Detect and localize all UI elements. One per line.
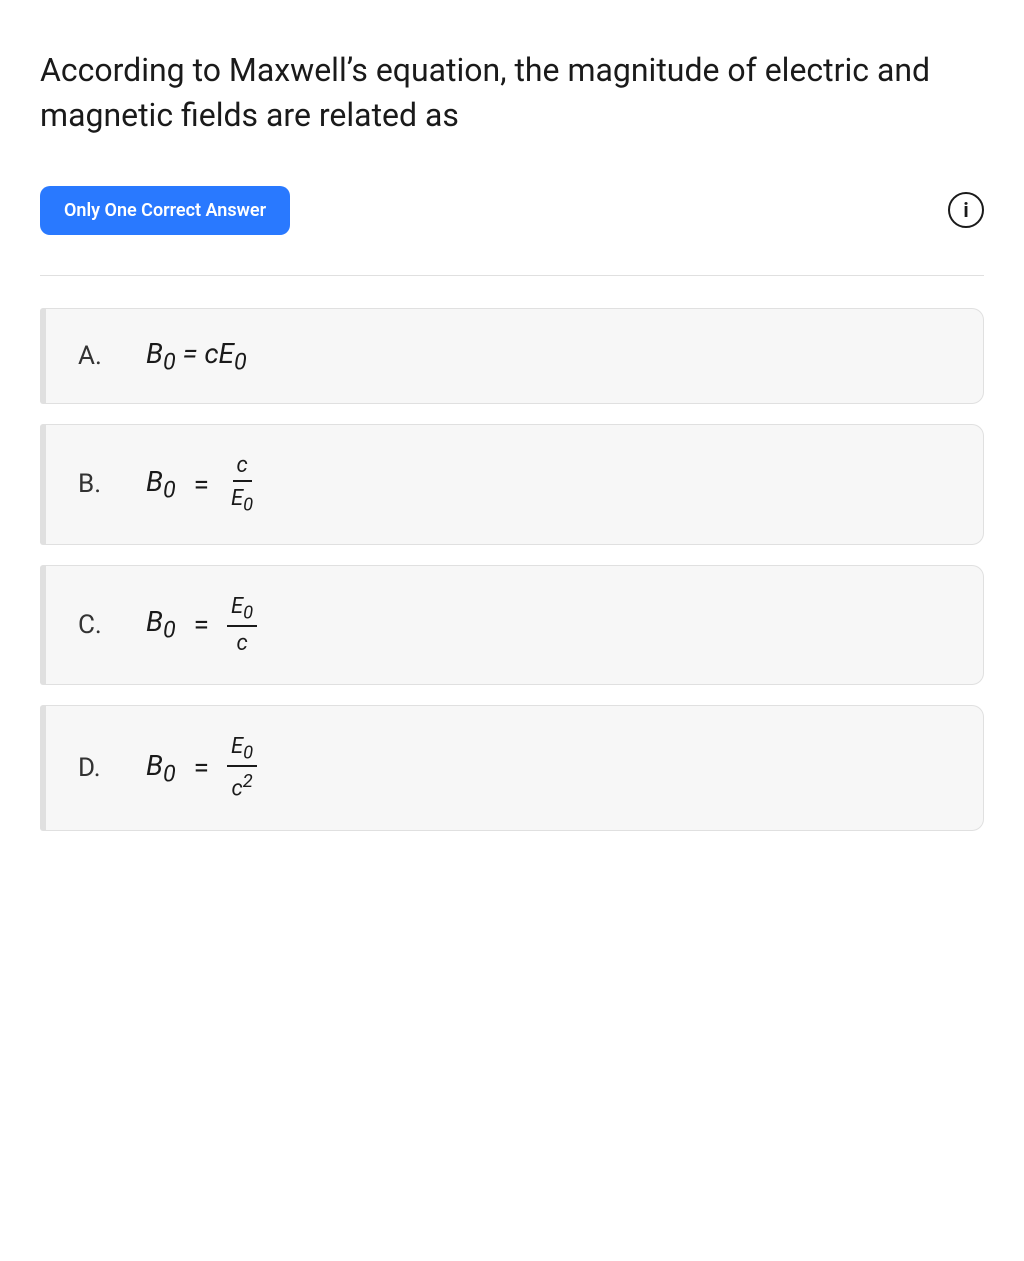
options-container: A. B0 = cE0 B. B0 = c E0 C. bbox=[40, 308, 984, 831]
option-card-b[interactable]: B. B0 = c E0 bbox=[46, 424, 984, 544]
badge-row: Only One Correct Answer i bbox=[40, 186, 984, 235]
option-d-denominator: c2 bbox=[228, 769, 257, 801]
option-content-b: B0 = c E0 bbox=[146, 453, 257, 515]
option-label-c: C. bbox=[78, 610, 114, 640]
option-b-fraction: c E0 bbox=[227, 453, 257, 515]
option-d-fraction: E0 c2 bbox=[227, 734, 257, 802]
option-label-b: B. bbox=[78, 469, 114, 499]
question-text: According to Maxwell’s equation, the mag… bbox=[40, 48, 984, 138]
option-content-d: B0 = E0 c2 bbox=[146, 734, 257, 802]
option-b-denominator: E0 bbox=[227, 484, 257, 515]
option-b-lhs: B0 bbox=[146, 465, 176, 504]
answer-type-badge: Only One Correct Answer bbox=[40, 186, 290, 235]
option-label-a: A. bbox=[78, 341, 114, 371]
option-card-c[interactable]: C. B0 = E0 c bbox=[46, 565, 984, 685]
option-d-equals: = bbox=[194, 751, 209, 784]
option-b-numerator: c bbox=[233, 453, 252, 482]
option-content-a: B0 = cE0 bbox=[146, 337, 247, 376]
option-row-a: A. B0 = cE0 bbox=[40, 308, 984, 405]
option-c-fraction: E0 c bbox=[227, 594, 257, 656]
option-label-d: D. bbox=[78, 753, 114, 783]
option-d-lhs: B0 bbox=[146, 749, 176, 788]
option-c-numerator: E0 bbox=[227, 594, 257, 627]
option-card-a[interactable]: A. B0 = cE0 bbox=[46, 308, 984, 405]
option-row-b: B. B0 = c E0 bbox=[40, 424, 984, 544]
option-a-math: B0 = cE0 bbox=[146, 337, 247, 376]
section-divider bbox=[40, 275, 984, 276]
option-content-c: B0 = E0 c bbox=[146, 594, 257, 656]
option-c-equals: = bbox=[194, 608, 209, 641]
option-c-denominator: c bbox=[233, 629, 252, 656]
option-card-d[interactable]: D. B0 = E0 c2 bbox=[46, 705, 984, 831]
option-row-d: D. B0 = E0 c2 bbox=[40, 705, 984, 831]
info-icon[interactable]: i bbox=[948, 192, 984, 228]
option-c-lhs: B0 bbox=[146, 605, 176, 644]
option-row-c: C. B0 = E0 c bbox=[40, 565, 984, 685]
option-d-numerator: E0 bbox=[227, 734, 257, 767]
option-b-equals: = bbox=[194, 468, 209, 501]
